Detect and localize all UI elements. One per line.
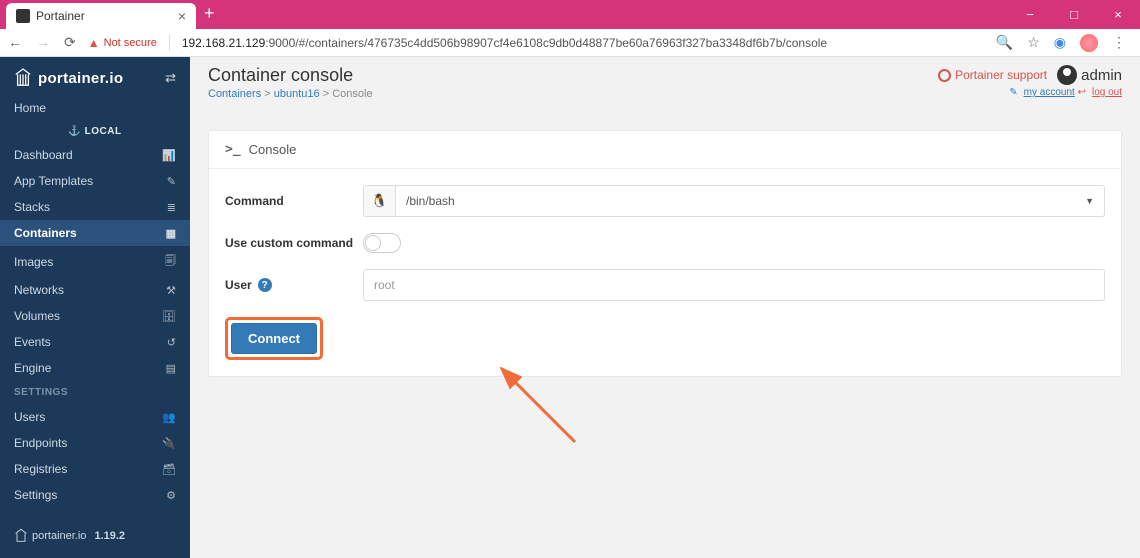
window-controls: − □ ×	[1008, 0, 1140, 29]
main-content: Container console Containers > ubuntu16 …	[190, 57, 1140, 558]
panel-header: >_ Console	[209, 131, 1121, 169]
sidebar-footer: portainer.io 1.19.2	[0, 518, 190, 558]
console-panel: >_ Console Command 🐧 /bin/bash ▼ Use cus…	[208, 130, 1122, 377]
toggle-knob	[365, 235, 381, 251]
sidebar-item-events[interactable]: Events↺	[0, 329, 190, 355]
extension-icon[interactable]: ◉	[1054, 34, 1066, 52]
sidebar-settings-heading: SETTINGS	[0, 381, 190, 404]
user-badge[interactable]: admin	[1057, 65, 1122, 85]
custom-command-toggle[interactable]	[363, 233, 401, 253]
logout-icon: ↩	[1078, 87, 1086, 98]
history-icon: ↺	[167, 336, 176, 349]
window-minimize[interactable]: −	[1008, 0, 1052, 29]
user-input[interactable]: root	[363, 269, 1105, 301]
plug-icon: 🔌	[162, 437, 176, 450]
linux-icon: 🐧	[364, 186, 396, 216]
tab-title: Portainer	[36, 9, 85, 23]
browser-tab[interactable]: Portainer ×	[6, 3, 196, 29]
nav-reload-icon[interactable]: ⟳	[64, 34, 76, 51]
sidebar-item-registries[interactable]: Registries🗃	[0, 456, 190, 482]
tab-close-icon[interactable]: ×	[178, 8, 186, 24]
pencil-icon: ✎	[167, 175, 176, 188]
breadcrumb: Containers > ubuntu16 > Console	[208, 88, 373, 100]
new-tab-button[interactable]: +	[204, 3, 215, 26]
nav-back-icon[interactable]: ←	[8, 34, 22, 51]
zoom-icon[interactable]: 🔍	[996, 34, 1013, 52]
database-icon: 🗄	[162, 310, 176, 323]
sitemap-icon: ⚒	[166, 284, 176, 297]
sidebar-item-settings[interactable]: Settings⚙	[0, 482, 190, 508]
portainer-logo-icon	[14, 67, 32, 89]
sidebar-item-images[interactable]: Images🗐	[0, 246, 190, 277]
caret-down-icon: ▼	[1085, 196, 1094, 206]
stack-icon: ≣	[167, 201, 176, 214]
profile-avatar-icon[interactable]	[1080, 34, 1098, 52]
sidebar-group-local: ⚓ LOCAL	[0, 121, 190, 142]
sidebar-item-users[interactable]: Users👥	[0, 404, 190, 430]
custom-command-label: Use custom command	[225, 236, 363, 250]
command-select[interactable]: 🐧 /bin/bash ▼	[363, 185, 1105, 217]
security-badge[interactable]: ▲ Not secure	[88, 36, 157, 50]
my-account-link[interactable]: my account	[1024, 87, 1075, 98]
user-label: User ?	[225, 278, 363, 292]
sidebar-item-app-templates[interactable]: App Templates✎	[0, 168, 190, 194]
version-label: 1.19.2	[94, 530, 125, 542]
breadcrumb-containers[interactable]: Containers	[208, 88, 261, 100]
connect-highlight: Connect	[225, 317, 323, 360]
bookmark-icon[interactable]: ☆	[1027, 34, 1040, 52]
sidebar-item-home[interactable]: Home	[0, 95, 190, 121]
cubes-icon: ▦	[166, 227, 176, 240]
sidebar-item-volumes[interactable]: Volumes🗄	[0, 303, 190, 329]
terminal-icon: >_	[225, 142, 241, 157]
sidebar-item-endpoints[interactable]: Endpoints🔌	[0, 430, 190, 456]
cogs-icon: ⚙	[166, 489, 176, 502]
logo-text: portainer.io	[38, 70, 123, 87]
collapse-icon[interactable]: ⇄	[165, 70, 176, 86]
breadcrumb-container-name[interactable]: ubuntu16	[274, 88, 320, 100]
address-bar[interactable]: 192.168.21.129:9000/#/containers/476735c…	[182, 36, 984, 50]
warning-icon: ▲	[88, 36, 100, 50]
sidebar-item-dashboard[interactable]: Dashboard📊	[0, 142, 190, 168]
logo[interactable]: portainer.io ⇄	[0, 57, 190, 95]
sidebar-item-engine[interactable]: Engine▤	[0, 355, 190, 381]
help-icon[interactable]: ?	[258, 278, 272, 292]
browser-menu-icon[interactable]: ⋮	[1112, 34, 1126, 52]
tachometer-icon: 📊	[162, 149, 176, 162]
user-icon	[1057, 65, 1077, 85]
users-icon: 👥	[162, 411, 176, 424]
command-value: /bin/bash	[406, 194, 455, 208]
sidebar-item-containers[interactable]: Containers▦	[0, 220, 190, 246]
security-label: Not secure	[104, 37, 157, 49]
sidebar-item-stacks[interactable]: Stacks≣	[0, 194, 190, 220]
sidebar-item-networks[interactable]: Networks⚒	[0, 277, 190, 303]
archive-icon: 🗃	[162, 463, 176, 476]
edit-icon: ✎	[1009, 87, 1017, 98]
annotation-arrow-icon	[500, 367, 590, 457]
support-link[interactable]: Portainer support	[938, 68, 1047, 82]
portainer-small-icon	[14, 528, 28, 544]
nav-forward-icon: →	[36, 34, 50, 51]
tab-favicon	[16, 9, 30, 23]
th-icon: ▤	[166, 362, 176, 375]
page-title: Container console	[208, 65, 373, 86]
breadcrumb-current: Console	[332, 88, 372, 100]
lifebuoy-icon	[938, 69, 951, 82]
clone-icon: 🗐	[165, 252, 176, 271]
connect-button[interactable]: Connect	[231, 323, 317, 354]
logout-link[interactable]: log out	[1092, 87, 1122, 98]
command-label: Command	[225, 194, 363, 208]
browser-toolbar: ← → ⟳ ▲ Not secure 192.168.21.129:9000/#…	[0, 29, 1140, 57]
window-close[interactable]: ×	[1096, 0, 1140, 29]
browser-titlebar: Portainer × + − □ ×	[0, 0, 1140, 29]
window-maximize[interactable]: □	[1052, 0, 1096, 29]
sidebar: portainer.io ⇄ Home ⚓ LOCAL Dashboard📊 A…	[0, 57, 190, 558]
account-links: ✎ my account ↩ log out	[1009, 87, 1122, 98]
